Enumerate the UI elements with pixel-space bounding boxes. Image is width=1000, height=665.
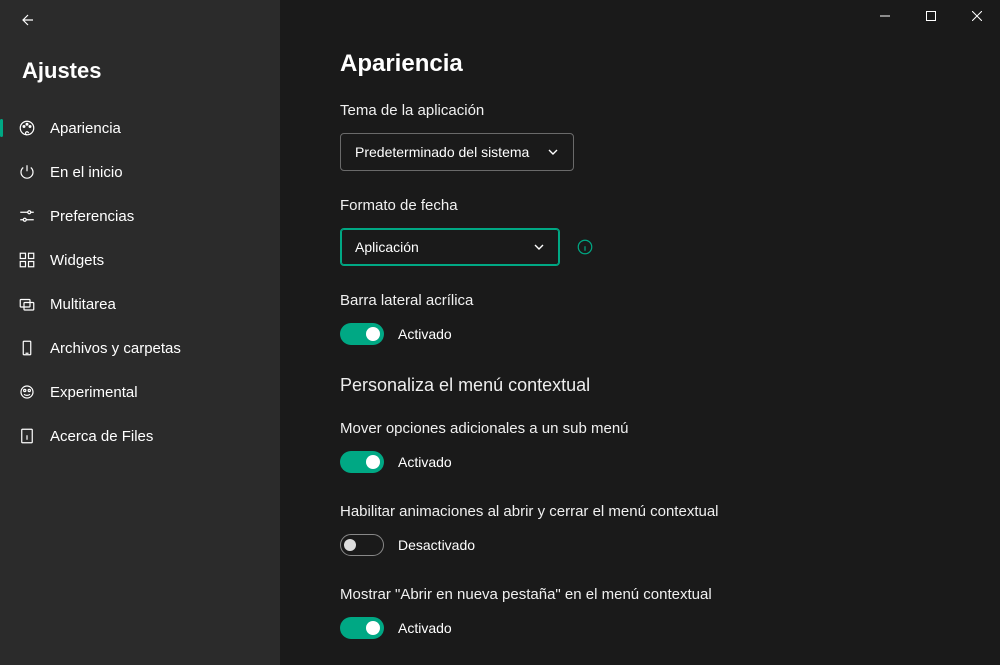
close-button[interactable] [954, 0, 1000, 32]
theme-label: Tema de la aplicación [340, 102, 940, 119]
acrylic-toggle[interactable] [340, 323, 384, 345]
back-arrow-icon[interactable] [18, 12, 34, 28]
sidebar-item-archivos[interactable]: Archivos y carpetas [0, 326, 280, 370]
anim-toggle[interactable] [340, 534, 384, 556]
minimize-button[interactable] [862, 0, 908, 32]
content: Apariencia Tema de la aplicación Predete… [280, 40, 1000, 665]
multitask-icon [18, 295, 36, 313]
sliders-icon [18, 207, 36, 225]
chevron-down-icon [547, 146, 559, 158]
sidebar-item-label: Acerca de Files [50, 428, 153, 445]
anim-label: Habilitar animaciones al abrir y cerrar … [340, 503, 940, 520]
window-controls [280, 0, 1000, 40]
newtab-state: Activado [398, 620, 452, 636]
titlebar-left [0, 0, 280, 40]
submenu-state: Activado [398, 454, 452, 470]
sidebar-nav: Apariencia En el inicio Preferencias Wid… [0, 106, 280, 458]
info-icon[interactable] [576, 238, 594, 256]
sidebar-item-label: Apariencia [50, 120, 121, 137]
newtab-toggle[interactable] [340, 617, 384, 639]
date-format-label: Formato de fecha [340, 197, 940, 214]
flask-icon [18, 383, 36, 401]
sidebar-item-widgets[interactable]: Widgets [0, 238, 280, 282]
sidebar-item-apariencia[interactable]: Apariencia [0, 106, 280, 150]
acrylic-label: Barra lateral acrílica [340, 292, 940, 309]
theme-select[interactable]: Predeterminado del sistema [340, 133, 574, 171]
date-format-select[interactable]: Aplicación [340, 228, 560, 266]
anim-state: Desactivado [398, 537, 475, 553]
info-file-icon [18, 427, 36, 445]
sidebar: Ajustes Apariencia En el inicio Preferen… [0, 0, 280, 665]
page-title: Apariencia [340, 50, 940, 78]
sidebar-item-preferencias[interactable]: Preferencias [0, 194, 280, 238]
newtab-label: Mostrar "Abrir en nueva pestaña" en el m… [340, 586, 940, 603]
sidebar-item-en-el-inicio[interactable]: En el inicio [0, 150, 280, 194]
chevron-down-icon [533, 241, 545, 253]
sidebar-item-label: Archivos y carpetas [50, 340, 181, 357]
widgets-icon [18, 251, 36, 269]
device-icon [18, 339, 36, 357]
sidebar-item-label: Preferencias [50, 208, 134, 225]
sidebar-item-label: Multitarea [50, 296, 116, 313]
sidebar-item-multitarea[interactable]: Multitarea [0, 282, 280, 326]
theme-select-value: Predeterminado del sistema [355, 144, 529, 160]
submenu-label: Mover opciones adicionales a un sub menú [340, 420, 940, 437]
sidebar-item-experimental[interactable]: Experimental [0, 370, 280, 414]
acrylic-state: Activado [398, 326, 452, 342]
submenu-toggle[interactable] [340, 451, 384, 473]
context-menu-section-title: Personaliza el menú contextual [340, 375, 940, 396]
sidebar-item-label: En el inicio [50, 164, 123, 181]
main: Apariencia Tema de la aplicación Predete… [280, 0, 1000, 665]
sidebar-item-label: Widgets [50, 252, 104, 269]
maximize-button[interactable] [908, 0, 954, 32]
sidebar-item-acerca[interactable]: Acerca de Files [0, 414, 280, 458]
sidebar-title: Ajustes [0, 40, 280, 106]
date-format-value: Aplicación [355, 239, 419, 255]
palette-icon [18, 119, 36, 137]
power-icon [18, 163, 36, 181]
sidebar-item-label: Experimental [50, 384, 138, 401]
